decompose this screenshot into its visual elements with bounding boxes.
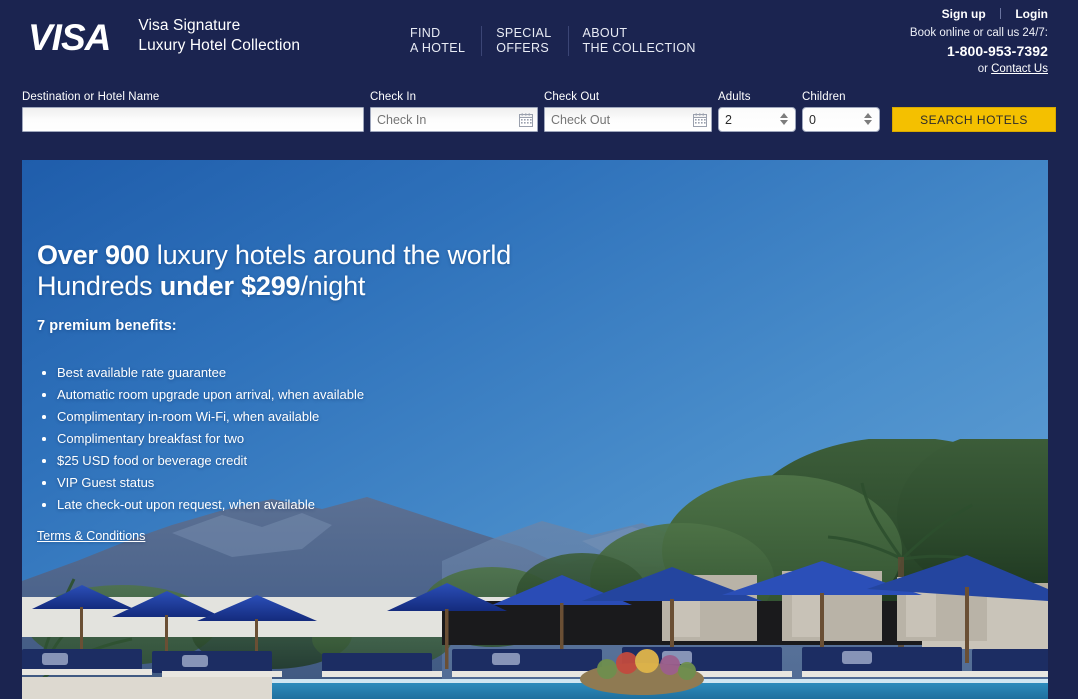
hero-subheadline: 7 premium benefits:	[37, 318, 177, 334]
list-item: Best available rate guarantee	[37, 362, 511, 384]
brand-lockup[interactable]: VISA Visa Signature Luxury Hotel Collect…	[28, 16, 300, 56]
page-root: VISA Visa Signature Luxury Hotel Collect…	[0, 0, 1078, 699]
list-item: VIP Guest status	[37, 472, 511, 494]
list-item: Complimentary breakfast for two	[37, 428, 511, 450]
checkout-label: Check Out	[544, 91, 600, 103]
hero-headline-bold-1: Over 900	[37, 240, 150, 270]
main-navigation: FIND A HOTEL SPECIAL OFFERS ABOUT THE CO…	[410, 26, 696, 56]
chevron-down-icon[interactable]	[864, 120, 872, 125]
brand-title-line1: Visa Signature	[138, 17, 241, 34]
nav-item-about-the-collection[interactable]: ABOUT THE COLLECTION	[583, 26, 696, 56]
hero-headline-rest-2a: Hundreds	[37, 271, 160, 301]
nav-about-line1: ABOUT	[582, 26, 628, 40]
contact-line: or Contact Us	[910, 62, 1048, 77]
brand-title-line2: Luxury Hotel Collection	[138, 37, 301, 54]
list-item: Late check-out upon request, when availa…	[37, 494, 511, 516]
nav-about-line2: THE COLLECTION	[582, 41, 696, 55]
checkin-label: Check In	[370, 91, 417, 103]
destination-field-group: Destination or Hotel Name	[22, 90, 364, 132]
hero-headline-line2: Hundreds under $299/night	[37, 271, 511, 302]
nav-offers-line1: SPECIAL	[496, 26, 552, 40]
chevron-down-icon[interactable]	[780, 120, 788, 125]
list-item: $25 USD food or beverage credit	[37, 450, 511, 472]
hero-banner: Over 900 luxury hotels around the world …	[22, 160, 1048, 699]
nav-find-line2: A HOTEL	[410, 41, 466, 55]
adults-stepper[interactable]: 2	[718, 107, 796, 132]
hero-copy: Over 900 luxury hotels around the world …	[37, 240, 511, 545]
or-text: or	[977, 63, 992, 75]
chevron-up-icon[interactable]	[780, 113, 788, 118]
nav-item-special-offers[interactable]: SPECIAL OFFERS	[496, 26, 569, 56]
nav-offers-line2: OFFERS	[496, 41, 550, 55]
search-hotels-button[interactable]: SEARCH HOTELS	[892, 107, 1056, 132]
children-field-group: Children 0	[802, 90, 880, 132]
nav-find-line1: FIND	[410, 26, 441, 40]
checkin-input[interactable]	[370, 107, 538, 132]
visa-logo: VISA	[28, 17, 111, 58]
phone-number[interactable]: 1-800-953-7392	[910, 43, 1048, 60]
brand-title: Visa Signature Luxury Hotel Collection	[138, 16, 300, 56]
adults-label: Adults	[718, 91, 751, 103]
sign-up-link[interactable]: Sign up	[942, 7, 986, 21]
list-item: Complimentary in-room Wi-Fi, when availa…	[37, 406, 511, 428]
account-links: Sign up Login	[910, 6, 1048, 22]
checkout-field-group: Check Out	[544, 90, 712, 132]
adults-value: 2	[725, 112, 732, 127]
terms-and-conditions-link[interactable]: Terms & Conditions	[37, 529, 145, 543]
account-divider	[1000, 8, 1001, 19]
search-form: Destination or Hotel Name Check In Check…	[22, 82, 1056, 144]
children-stepper[interactable]: 0	[802, 107, 880, 132]
hero-headline-rest-2b: /night	[300, 271, 366, 301]
spinner-arrows-icon[interactable]	[780, 113, 788, 125]
lounge-chairs	[22, 647, 1048, 677]
hero-headline-line1: Over 900 luxury hotels around the world	[37, 240, 511, 271]
hero-headline-rest-1: luxury hotels around the world	[149, 240, 512, 270]
destination-input[interactable]	[22, 107, 364, 132]
contact-us-link[interactable]: Contact Us	[991, 63, 1048, 75]
adults-field-group: Adults 2	[718, 90, 796, 132]
checkin-field-group: Check In	[370, 90, 538, 132]
site-header: VISA Visa Signature Luxury Hotel Collect…	[0, 0, 1078, 82]
list-item: Automatic room upgrade upon arrival, whe…	[37, 384, 511, 406]
account-panel: Sign up Login Book online or call us 24/…	[910, 6, 1048, 77]
pool-deck-graphic	[22, 555, 1048, 699]
destination-label: Destination or Hotel Name	[22, 91, 160, 103]
spinner-arrows-icon[interactable]	[864, 113, 872, 125]
benefits-list: Best available rate guarantee Automatic …	[37, 362, 511, 516]
children-label: Children	[802, 91, 846, 103]
checkout-input[interactable]	[544, 107, 712, 132]
hero-headline-bold-2: under $299	[159, 271, 301, 301]
nav-item-find-a-hotel[interactable]: FIND A HOTEL	[410, 26, 483, 56]
chevron-up-icon[interactable]	[864, 113, 872, 118]
search-bar: Destination or Hotel Name Check In Check…	[0, 82, 1078, 144]
children-value: 0	[809, 112, 816, 127]
login-link[interactable]: Login	[1015, 7, 1048, 21]
book-online-text: Book online or call us 24/7:	[909, 27, 1048, 39]
